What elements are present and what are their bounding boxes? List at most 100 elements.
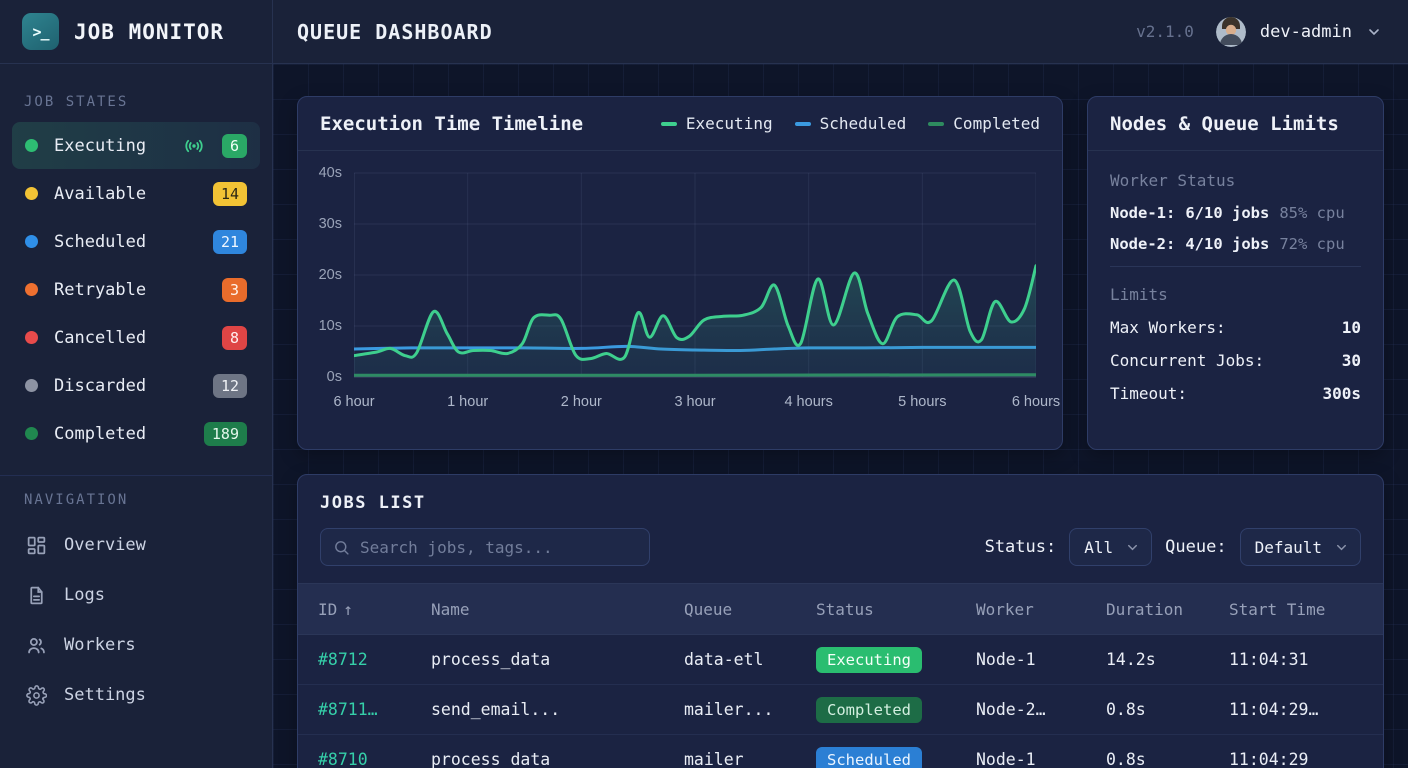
job-status-cell: Completed	[816, 696, 976, 723]
legend-label: Completed	[953, 114, 1040, 133]
jobs-list-panel: JOBS LIST Status: All Queue: Default ID↑…	[297, 474, 1384, 768]
status-filter-label: Status:	[984, 537, 1057, 557]
state-dot-icon	[25, 331, 38, 344]
x-tick-label: 3 hour	[674, 394, 716, 410]
topbar-right: v2.1.0 dev-admin	[1136, 16, 1382, 47]
navigation-list: Overview Logs Workers Settings	[0, 520, 272, 720]
topbar: >_ JOB MONITOR QUEUE DASHBOARD v2.1.0 de…	[0, 0, 1408, 64]
job-id-link[interactable]: #8710	[318, 750, 431, 768]
job-worker: Node-2…	[976, 700, 1046, 719]
x-tick-label: 6 hours	[1011, 394, 1061, 410]
state-count-badge: 12	[212, 373, 247, 398]
nav-item-label: Overview	[64, 535, 146, 555]
document-icon	[26, 585, 47, 606]
sidebar-nav-item[interactable]: Overview	[0, 520, 272, 570]
sidebar-state-item[interactable]: Completed 189	[12, 410, 260, 457]
sidebar-state-item[interactable]: Discarded 12	[12, 362, 260, 409]
sidebar-divider	[0, 475, 272, 476]
column-header-name: Name	[431, 599, 470, 619]
job-queue: data-etl	[684, 650, 764, 669]
job-id-link[interactable]: #8712	[318, 650, 431, 669]
status-badge: Executing	[816, 646, 922, 673]
limits-label: Limits	[1110, 285, 1168, 304]
search-input[interactable]	[360, 537, 637, 557]
status-filter-select[interactable]: All	[1069, 528, 1153, 566]
jobs-list-title: JOBS LIST	[320, 493, 426, 513]
job-start-time: 11:04:29	[1229, 750, 1309, 768]
state-dot-icon	[25, 187, 38, 200]
user-menu[interactable]: dev-admin	[1260, 22, 1352, 42]
jobs-controls: Status: All Queue: Default	[320, 528, 1361, 566]
chart-plot-area	[354, 167, 1036, 385]
state-count-badge: 8	[221, 325, 247, 350]
chevron-down-icon	[1128, 544, 1138, 550]
search-box[interactable]	[320, 528, 650, 566]
job-name: send_email...	[431, 700, 561, 719]
job-status-cell: Scheduled	[816, 746, 976, 768]
job-id-link[interactable]: #8711…	[318, 700, 431, 719]
column-header-start-time: Start Time	[1229, 599, 1326, 619]
table-row[interactable]: #8710 process_data mailer Scheduled Node…	[298, 735, 1383, 768]
sidebar-state-item[interactable]: Cancelled 8	[12, 314, 260, 361]
column-header-worker: Worker	[976, 599, 1034, 619]
nav-item-label: Workers	[64, 635, 136, 655]
table-row[interactable]: #8712 process_data data-etl Executing No…	[298, 635, 1383, 685]
version-label: v2.1.0	[1136, 22, 1194, 41]
job-duration: 14.2s	[1106, 650, 1156, 669]
app-title: JOB MONITOR	[74, 19, 225, 44]
nodes-limits-panel: Nodes & Queue Limits Worker Status Node-…	[1087, 96, 1384, 450]
sidebar-state-item[interactable]: Retryable 3	[12, 266, 260, 313]
worker-status-label: Worker Status	[1110, 171, 1236, 190]
limit-value: 30	[1341, 351, 1361, 370]
x-tick-label: 5 hours	[898, 394, 947, 410]
nodes-divider	[1110, 266, 1361, 267]
y-tick-label: 20s	[318, 267, 342, 283]
app-brand: >_ JOB MONITOR	[0, 0, 273, 63]
node-cpu: 72% cpu	[1279, 235, 1345, 253]
worker-status-row: Node-1: 6/10 jobs 85% cpu	[1110, 204, 1361, 222]
nav-item-label: Settings	[64, 685, 146, 705]
y-tick-label: 40s	[318, 165, 342, 181]
sidebar-nav-item[interactable]: Logs	[0, 570, 272, 620]
chart-x-axis: 6 hour 1 hour 2 hour 3 hour 4 hours 5 hours 6 …	[333, 385, 1060, 415]
column-header-status: Status	[816, 599, 874, 619]
limit-value: 300s	[1322, 384, 1361, 403]
job-states-section-label: JOB STATES	[24, 94, 129, 110]
legend-item: Executing	[660, 114, 773, 133]
state-count-badge: 6	[221, 133, 247, 158]
job-name: process_data	[431, 750, 551, 768]
sidebar-state-item[interactable]: Scheduled 21	[12, 218, 260, 265]
state-count-badge: 14	[212, 181, 247, 206]
table-row[interactable]: #8711… send_email... mailer... Completed…	[298, 685, 1383, 735]
legend-dash-icon	[794, 121, 811, 126]
state-dot-icon	[25, 235, 38, 248]
sidebar-state-item[interactable]: Executing 6	[12, 122, 260, 169]
sidebar-nav-item[interactable]: Settings	[0, 670, 272, 720]
job-start-time: 11:04:31	[1229, 650, 1309, 669]
chevron-down-icon[interactable]	[1366, 24, 1382, 40]
status-badge: Completed	[816, 696, 922, 723]
worker-status-list: Node-1: 6/10 jobs 85% cpu Node-2: 4/10 j…	[1110, 204, 1361, 253]
limit-row: Max Workers: 10	[1110, 318, 1361, 337]
status-filter-value: All	[1084, 537, 1114, 557]
job-worker: Node-1	[976, 750, 1036, 768]
column-header-id[interactable]: ID ↑	[318, 600, 431, 619]
x-tick-label: 2 hour	[560, 394, 602, 410]
queue-filter-value: Default	[1254, 537, 1322, 557]
avatar[interactable]	[1215, 16, 1246, 47]
chart-title: Execution Time Timeline	[320, 112, 584, 135]
dashboard-icon	[26, 535, 47, 556]
job-status-cell: Executing	[816, 646, 976, 673]
sidebar-state-item[interactable]: Available 14	[12, 170, 260, 217]
sidebar-nav-item[interactable]: Workers	[0, 620, 272, 670]
state-label: Discarded	[54, 375, 147, 396]
jobs-table-body: #8712 process_data data-etl Executing No…	[298, 635, 1383, 768]
queue-filter-select[interactable]: Default	[1239, 528, 1361, 566]
users-icon	[26, 635, 47, 656]
state-label: Completed	[54, 423, 147, 444]
queue-filter-label: Queue:	[1165, 537, 1227, 557]
job-duration: 0.8s	[1106, 700, 1146, 719]
x-tick-label: 4 hours	[784, 394, 833, 410]
state-label: Retryable	[54, 279, 147, 300]
live-broadcast-icon	[185, 139, 203, 152]
